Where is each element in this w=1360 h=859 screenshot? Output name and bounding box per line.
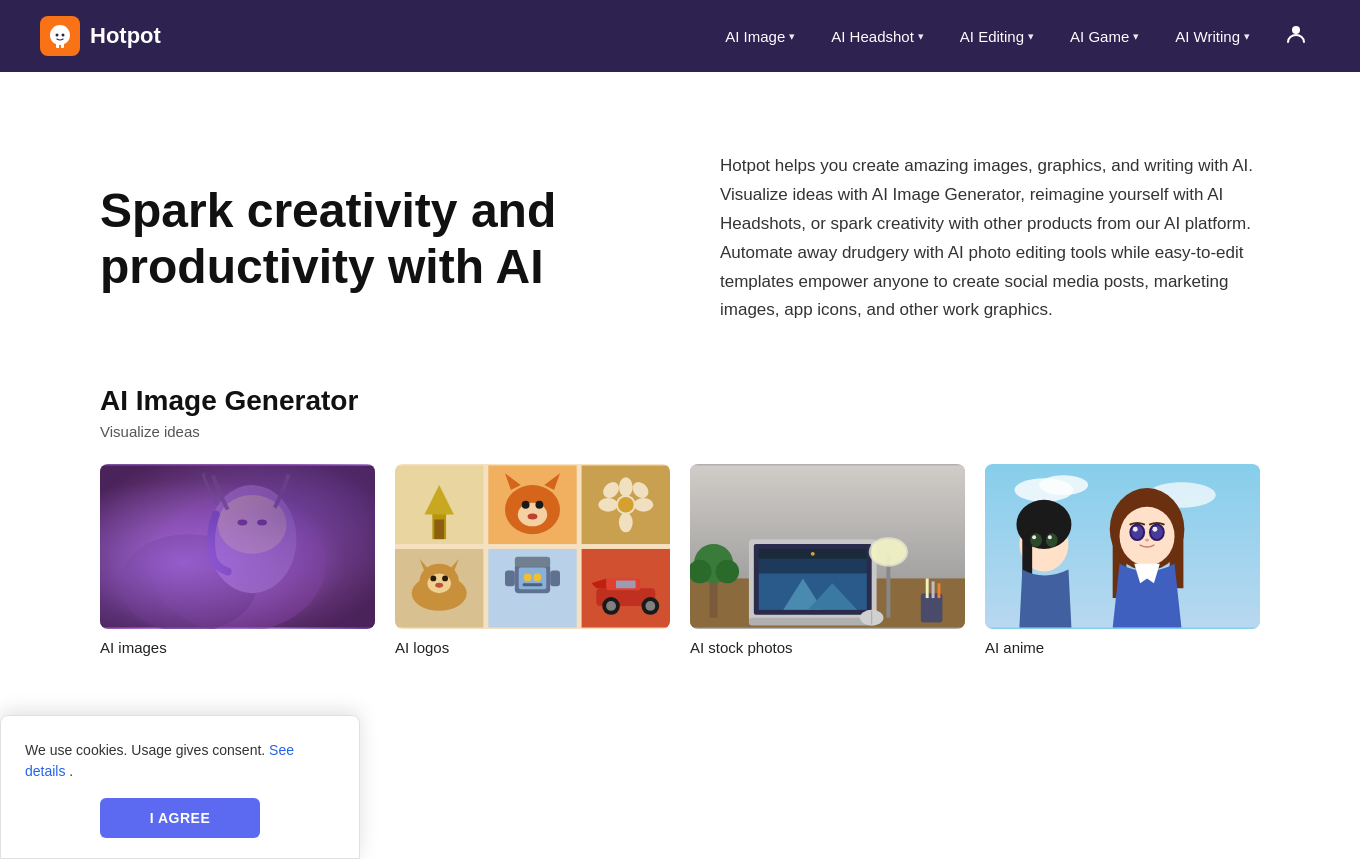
chevron-down-icon: ▾ [1133,30,1139,43]
card-image-ai-anime [985,464,1260,629]
svg-point-67 [811,552,815,556]
nav-ai-headshot[interactable]: AI Headshot ▾ [817,20,938,53]
svg-rect-13 [434,520,444,540]
image-grid: AI images [100,464,1260,656]
image-generator-section: AI Image Generator Visualize ideas [40,385,1320,716]
card-label-ai-anime: AI anime [985,639,1260,656]
svg-rect-61 [749,618,877,626]
svg-point-19 [522,501,530,509]
svg-rect-47 [505,571,515,587]
brand-logo[interactable]: Hotpot [40,16,161,56]
svg-rect-46 [515,557,550,567]
hero-section: Spark creativity and productivity with A… [40,72,1320,385]
svg-point-74 [716,560,740,584]
svg-point-4 [149,495,326,629]
svg-point-8 [238,520,248,526]
chevron-down-icon: ▾ [1244,30,1250,43]
svg-point-54 [645,601,655,611]
svg-point-37 [435,583,443,588]
svg-point-6 [208,485,296,593]
svg-point-36 [442,576,448,582]
svg-point-91 [1131,526,1143,540]
chevron-down-icon: ▾ [1028,30,1034,43]
svg-point-95 [1145,539,1149,542]
svg-point-0 [56,34,59,37]
svg-point-27 [634,498,654,512]
card-ai-images[interactable]: AI images [100,464,375,656]
svg-point-102 [1048,536,1052,540]
svg-point-26 [598,498,618,512]
brand-icon [40,16,80,56]
nav-ai-image[interactable]: AI Image ▾ [711,20,809,53]
svg-point-7 [218,495,287,554]
svg-point-30 [618,497,634,513]
svg-point-43 [524,574,532,582]
nav-ai-editing[interactable]: AI Editing ▾ [946,20,1048,53]
svg-rect-78 [938,584,941,599]
hero-description-block: Hotpot helps you create amazing images, … [720,152,1260,325]
hero-title-block: Spark creativity and productivity with A… [100,183,640,293]
svg-point-25 [619,513,633,533]
svg-point-20 [535,501,543,509]
svg-point-92 [1151,526,1163,540]
card-image-ai-images [100,464,375,629]
brand-text: Hotpot [90,23,161,49]
svg-rect-76 [926,579,929,599]
svg-rect-98 [1022,525,1032,579]
svg-rect-45 [523,584,543,587]
card-image-ai-stock [690,464,965,629]
svg-point-88 [1120,507,1175,566]
svg-point-35 [430,576,436,582]
svg-point-100 [1046,534,1058,548]
section-title: AI Image Generator [100,385,1260,417]
svg-point-24 [619,478,633,498]
user-account-icon[interactable] [1272,14,1320,59]
section-subtitle: Visualize ideas [100,423,1260,440]
card-ai-logos[interactable]: AI logos [395,464,670,656]
svg-point-44 [533,574,541,582]
svg-point-93 [1133,527,1138,532]
svg-point-99 [1030,534,1042,548]
svg-point-2 [1292,26,1300,34]
hero-title: Spark creativity and productivity with A… [100,183,640,293]
card-image-ai-logos [395,464,670,629]
svg-point-70 [871,539,906,565]
navbar: Hotpot AI Image ▾ AI Headshot ▾ AI Editi… [0,0,1360,72]
svg-point-9 [257,520,267,526]
hero-description: Hotpot helps you create amazing images, … [720,152,1260,325]
svg-point-5 [120,535,258,630]
svg-point-21 [528,514,538,520]
card-label-ai-logos: AI logos [395,639,670,656]
card-label-ai-images: AI images [100,639,375,656]
nav-ai-writing[interactable]: AI Writing ▾ [1161,20,1264,53]
chevron-down-icon: ▾ [918,30,924,43]
card-label-ai-stock: AI stock photos [690,639,965,656]
svg-rect-56 [616,581,636,589]
svg-rect-3 [100,466,375,628]
nav-ai-game[interactable]: AI Game ▾ [1056,20,1153,53]
chevron-down-icon: ▾ [789,30,795,43]
svg-rect-48 [550,571,560,587]
svg-point-94 [1152,527,1157,532]
svg-point-52 [606,601,616,611]
svg-point-1 [62,34,65,37]
card-ai-anime[interactable]: AI anime [985,464,1260,656]
svg-point-101 [1032,536,1036,540]
svg-rect-77 [932,582,935,599]
cookie-banner: We use cookies. Usage gives consent. See… [0,715,360,716]
svg-point-83 [1039,476,1088,496]
nav-items: AI Image ▾ AI Headshot ▾ AI Editing ▾ AI… [711,14,1320,59]
card-ai-stock[interactable]: AI stock photos [690,464,965,656]
